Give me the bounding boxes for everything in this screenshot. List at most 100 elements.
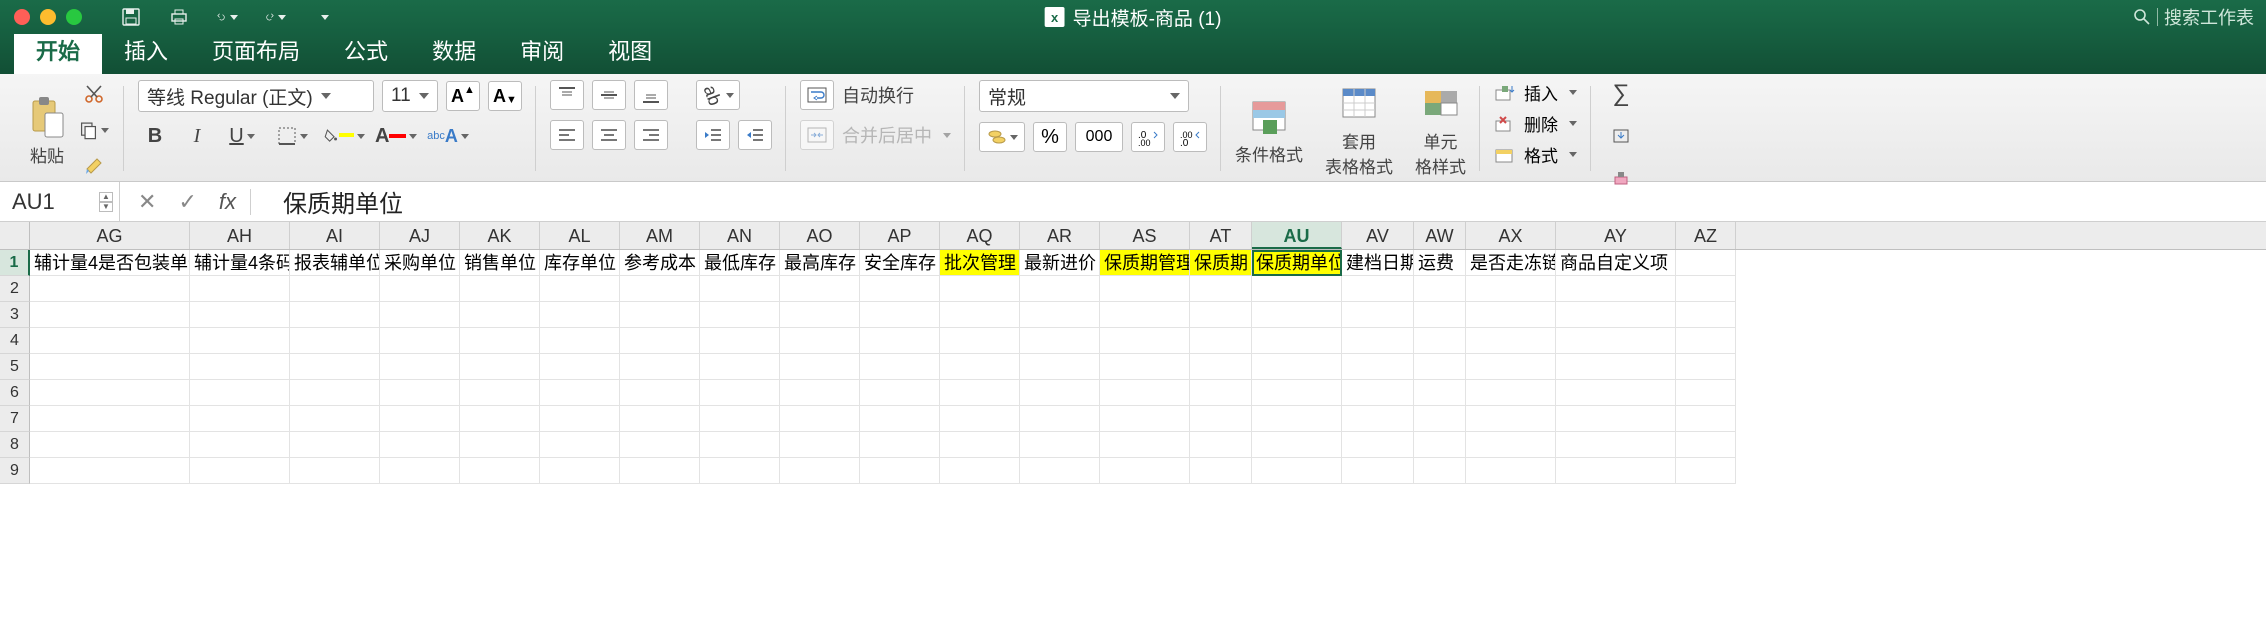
cell-AP9[interactable] — [860, 458, 940, 484]
border-button[interactable] — [270, 122, 314, 150]
cell-AY1[interactable]: 商品自定义项 — [1556, 250, 1676, 276]
row-header-8[interactable]: 8 — [0, 432, 30, 458]
redo-icon[interactable] — [264, 6, 286, 28]
cell-AY7[interactable] — [1556, 406, 1676, 432]
cell-AS1[interactable]: 保质期管理 — [1100, 250, 1190, 276]
cell-AO3[interactable] — [780, 302, 860, 328]
cell-AS4[interactable] — [1100, 328, 1190, 354]
cell-AV3[interactable] — [1342, 302, 1414, 328]
cell-AH7[interactable] — [190, 406, 290, 432]
cell-AH1[interactable]: 辅计量4条码 — [190, 250, 290, 276]
copy-button[interactable] — [78, 116, 110, 144]
cell-AW1[interactable]: 运费 — [1414, 250, 1466, 276]
cell-AQ5[interactable] — [940, 354, 1020, 380]
cell-AS2[interactable] — [1100, 276, 1190, 302]
paste-button[interactable]: 粘贴 — [24, 94, 70, 167]
align-left-button[interactable] — [550, 120, 584, 150]
increase-font-button[interactable]: A▲ — [446, 81, 480, 111]
cell-AQ6[interactable] — [940, 380, 1020, 406]
cell-AN1[interactable]: 最低库存 — [700, 250, 780, 276]
cell-AR4[interactable] — [1020, 328, 1100, 354]
format-cells-button[interactable]: 格式 — [1494, 142, 1577, 167]
cell-AQ9[interactable] — [940, 458, 1020, 484]
format-painter-button[interactable] — [78, 152, 110, 180]
cell-AM9[interactable] — [620, 458, 700, 484]
currency-button[interactable] — [979, 122, 1025, 152]
col-header-AN[interactable]: AN — [700, 222, 780, 249]
cell-AY2[interactable] — [1556, 276, 1676, 302]
cell-AH5[interactable] — [190, 354, 290, 380]
font-color-button[interactable]: A — [374, 122, 418, 150]
cell-AX8[interactable] — [1466, 432, 1556, 458]
cell-AT9[interactable] — [1190, 458, 1252, 484]
col-header-AR[interactable]: AR — [1020, 222, 1100, 249]
col-header-AV[interactable]: AV — [1342, 222, 1414, 249]
cell-AP6[interactable] — [860, 380, 940, 406]
cell-AI6[interactable] — [290, 380, 380, 406]
cell-AW5[interactable] — [1414, 354, 1466, 380]
phonetic-button[interactable]: abcA — [426, 122, 470, 150]
cell-AP2[interactable] — [860, 276, 940, 302]
col-header-AQ[interactable]: AQ — [940, 222, 1020, 249]
cell-AT1[interactable]: 保质期 — [1190, 250, 1252, 276]
close-window-button[interactable] — [14, 9, 30, 25]
cell-AQ8[interactable] — [940, 432, 1020, 458]
comma-button[interactable]: 000 — [1075, 122, 1123, 152]
font-size-combo[interactable]: 11 — [382, 80, 438, 112]
align-bottom-button[interactable] — [634, 80, 668, 110]
cell-AM4[interactable] — [620, 328, 700, 354]
cell-AZ4[interactable] — [1676, 328, 1736, 354]
row-header-4[interactable]: 4 — [0, 328, 30, 354]
cell-AY8[interactable] — [1556, 432, 1676, 458]
cell-AX2[interactable] — [1466, 276, 1556, 302]
fx-icon[interactable]: fx — [219, 189, 251, 215]
cell-AT5[interactable] — [1190, 354, 1252, 380]
col-header-AP[interactable]: AP — [860, 222, 940, 249]
cell-AL1[interactable]: 库存单位 — [540, 250, 620, 276]
cut-button[interactable] — [78, 80, 110, 108]
align-middle-button[interactable] — [592, 80, 626, 110]
cell-AO9[interactable] — [780, 458, 860, 484]
tab-数据[interactable]: 数据 — [410, 28, 498, 74]
cell-AZ6[interactable] — [1676, 380, 1736, 406]
undo-icon[interactable] — [216, 6, 238, 28]
cell-AM5[interactable] — [620, 354, 700, 380]
increase-decimal-button[interactable]: .0.00 — [1131, 122, 1165, 152]
cell-AW2[interactable] — [1414, 276, 1466, 302]
cell-AW4[interactable] — [1414, 328, 1466, 354]
cell-AX3[interactable] — [1466, 302, 1556, 328]
align-center-button[interactable] — [592, 120, 626, 150]
cell-AN6[interactable] — [700, 380, 780, 406]
cell-AU2[interactable] — [1252, 276, 1342, 302]
cell-AU1[interactable]: 保质期单位 — [1252, 250, 1342, 276]
cell-AN4[interactable] — [700, 328, 780, 354]
autosum-button[interactable]: ∑ — [1605, 80, 1637, 108]
cell-AQ1[interactable]: 批次管理 — [940, 250, 1020, 276]
cell-AX7[interactable] — [1466, 406, 1556, 432]
tab-公式[interactable]: 公式 — [322, 28, 410, 74]
select-all-corner[interactable] — [0, 222, 30, 249]
cell-AG5[interactable] — [30, 354, 190, 380]
cell-AP3[interactable] — [860, 302, 940, 328]
cell-AL2[interactable] — [540, 276, 620, 302]
cell-AI7[interactable] — [290, 406, 380, 432]
cell-AS6[interactable] — [1100, 380, 1190, 406]
cell-AY6[interactable] — [1556, 380, 1676, 406]
cell-AZ8[interactable] — [1676, 432, 1736, 458]
cell-AR3[interactable] — [1020, 302, 1100, 328]
cell-AK2[interactable] — [460, 276, 540, 302]
cell-AI1[interactable]: 报表辅单位 — [290, 250, 380, 276]
cell-AR1[interactable]: 最新进价 — [1020, 250, 1100, 276]
row-header-3[interactable]: 3 — [0, 302, 30, 328]
cell-AZ7[interactable] — [1676, 406, 1736, 432]
italic-button[interactable]: I — [180, 122, 214, 150]
clear-button[interactable] — [1605, 164, 1637, 192]
orientation-button[interactable]: ab — [696, 80, 740, 110]
cell-AT6[interactable] — [1190, 380, 1252, 406]
cell-AK9[interactable] — [460, 458, 540, 484]
cell-AO6[interactable] — [780, 380, 860, 406]
col-header-AS[interactable]: AS — [1100, 222, 1190, 249]
cell-AI9[interactable] — [290, 458, 380, 484]
qat-customize-icon[interactable] — [312, 6, 334, 28]
cell-AW9[interactable] — [1414, 458, 1466, 484]
